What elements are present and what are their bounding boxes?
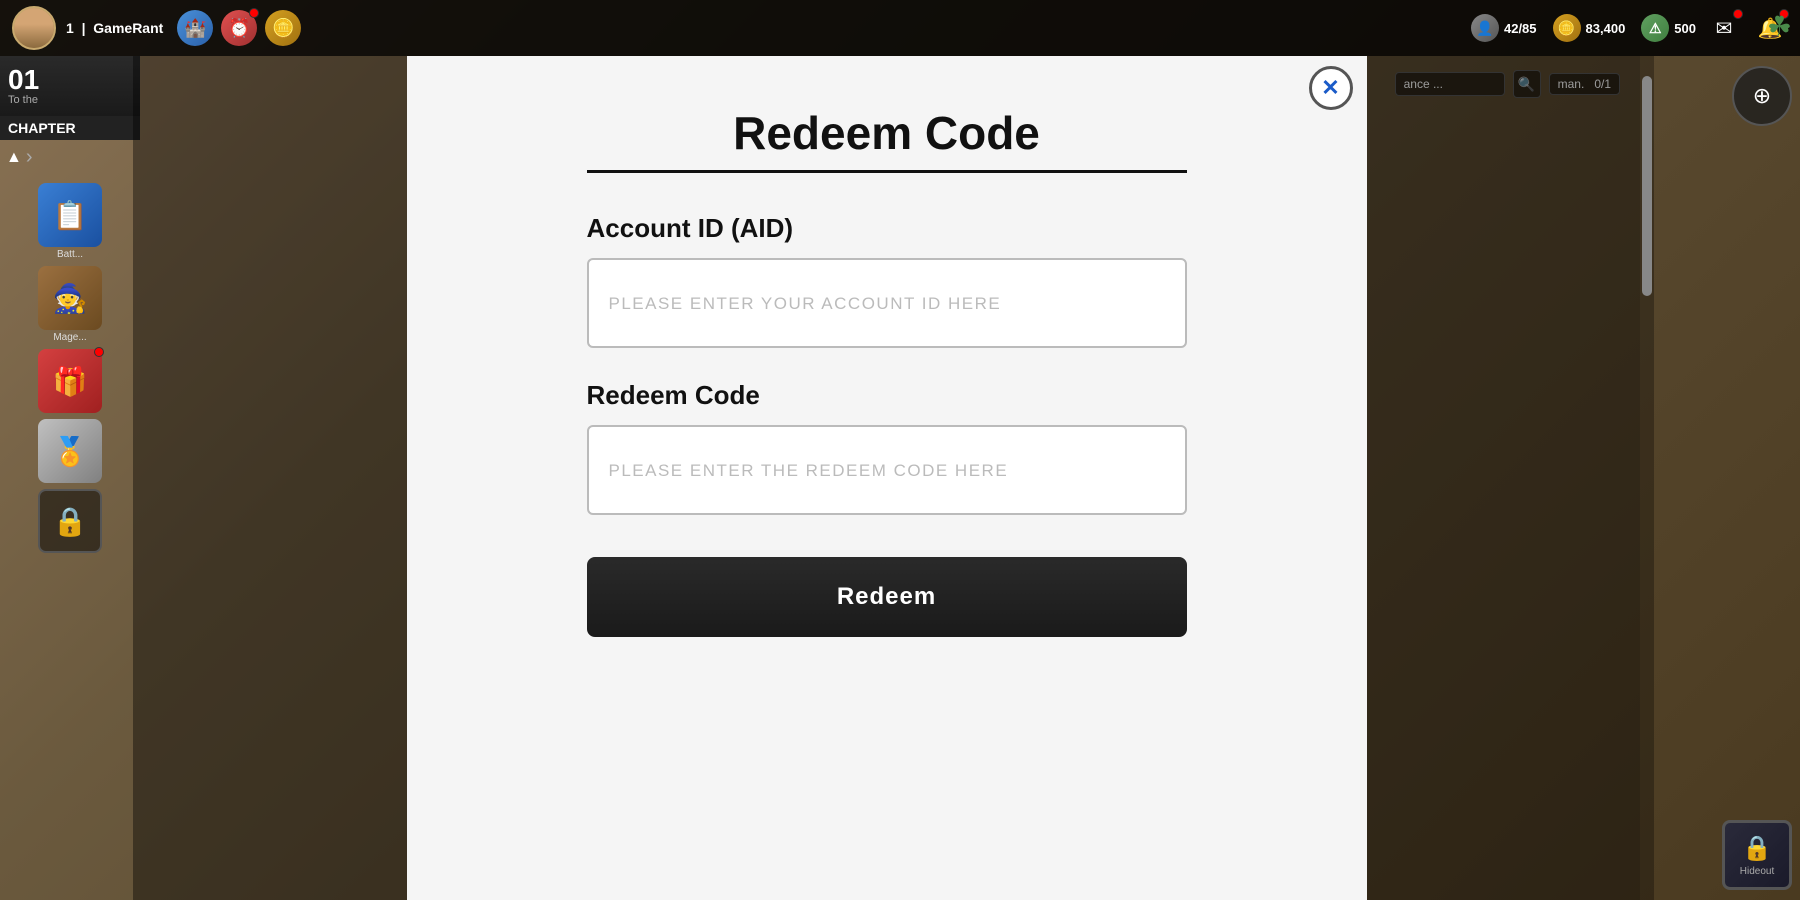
compass-icon: ⊕ xyxy=(1753,83,1771,109)
battle-icon: 📋 xyxy=(38,183,102,247)
mage-label: Mage... xyxy=(53,332,86,343)
sidebar-item-battle[interactable]: 📋 Batt... xyxy=(6,183,134,260)
sidebar-item-lock: 🔒 xyxy=(6,489,134,553)
submit-button[interactable]: Redeem xyxy=(587,557,1187,637)
redeem-code-modal: ✕ Redeem Code Account ID (AID) Redeem Co… xyxy=(407,56,1367,900)
right-bottom: 🔒 Hideout xyxy=(1722,820,1792,890)
coin-icon[interactable]: 🪙 xyxy=(265,10,301,46)
account-id-input[interactable] xyxy=(587,258,1187,348)
chapter-banner: 01 To the xyxy=(0,56,140,116)
medal-icon: 🏅 xyxy=(38,419,102,483)
scroll-thumb xyxy=(1642,76,1652,296)
player-level: 1 xyxy=(66,20,74,36)
hideout-label: Hideout xyxy=(1740,866,1774,877)
gold-icon: 🪙 xyxy=(1553,14,1581,42)
top-bar-icons: 🏰 ⏰ 🪙 xyxy=(177,10,301,46)
sidebar-item-medal[interactable]: 🏅 xyxy=(6,419,134,483)
alert-icon: ⚠ xyxy=(1641,14,1669,42)
stat-gold-value: 83,400 xyxy=(1586,21,1626,36)
player-info: 1 | GameRant xyxy=(66,20,163,36)
stat-hp: 👤 42/85 xyxy=(1471,14,1537,42)
redeem-code-label: Redeem Code xyxy=(587,380,1187,411)
account-id-label: Account ID (AID) xyxy=(587,213,1187,244)
clover-icon: ☘ xyxy=(1767,10,1792,43)
nav-arrow-up[interactable]: ▲ xyxy=(6,149,22,167)
scroll-track[interactable] xyxy=(1640,56,1654,900)
close-icon: ✕ xyxy=(1321,75,1339,101)
left-sidebar: 01 To the CHAPTER ▲ › 📋 Batt... 🧙 Mage..… xyxy=(0,56,140,900)
stat-group: 👤 42/85 🪙 83,400 ⚠ 500 xyxy=(1471,14,1696,42)
stat-hp-value: 42/85 xyxy=(1504,21,1537,36)
modal-divider xyxy=(587,170,1187,173)
account-id-section: Account ID (AID) xyxy=(587,213,1187,348)
mage-icon: 🧙 xyxy=(38,266,102,330)
timer-red-dot xyxy=(249,8,259,18)
modal-close-button[interactable]: ✕ xyxy=(1309,66,1353,110)
sidebar-item-mage[interactable]: 🧙 Mage... xyxy=(6,266,134,343)
mail-red-dot xyxy=(1733,9,1743,19)
battle-label: Batt... xyxy=(57,249,83,260)
player-name: GameRant xyxy=(93,20,163,36)
modal-overlay: ✕ Redeem Code Account ID (AID) Redeem Co… xyxy=(133,56,1640,900)
chapter-label: CHAPTER xyxy=(0,116,140,140)
mail-icon[interactable]: ✉ xyxy=(1706,10,1742,46)
lock-icon: 🔒 xyxy=(38,489,102,553)
redeem-code-input[interactable] xyxy=(587,425,1187,515)
gift-icon: 🎁 xyxy=(38,349,102,413)
timer-icon[interactable]: ⏰ xyxy=(221,10,257,46)
hideout-lock-icon: 🔒 xyxy=(1742,834,1772,863)
stat-alert: ⚠ 500 xyxy=(1641,14,1696,42)
sidebar-nav: ▲ › xyxy=(0,140,140,175)
redeem-code-section: Redeem Code xyxy=(587,380,1187,515)
modal-title: Redeem Code xyxy=(733,106,1040,160)
sidebar-item-gift[interactable]: 🎁 xyxy=(6,349,134,413)
sidebar-items: 📋 Batt... 🧙 Mage... 🎁 🏅 🔒 xyxy=(0,175,140,900)
castle-icon[interactable]: 🏰 xyxy=(177,10,213,46)
chapter-to: To the xyxy=(8,94,132,106)
chapter-number: 01 xyxy=(8,66,132,94)
stat-alert-value: 500 xyxy=(1674,21,1696,36)
gift-red-dot xyxy=(94,347,104,357)
compass-button[interactable]: ⊕ xyxy=(1732,66,1792,126)
stat-gold: 🪙 83,400 xyxy=(1553,14,1626,42)
right-panel: ⊕ 🔒 Hideout xyxy=(1720,56,1800,900)
person-icon: 👤 xyxy=(1471,14,1499,42)
top-bar: 1 | GameRant 🏰 ⏰ 🪙 👤 42/85 🪙 83,400 ⚠ 50… xyxy=(0,0,1800,56)
nav-arrow-right[interactable]: › xyxy=(26,146,33,169)
player-avatar[interactable] xyxy=(12,6,56,50)
hideout-button[interactable]: 🔒 Hideout xyxy=(1722,820,1792,890)
